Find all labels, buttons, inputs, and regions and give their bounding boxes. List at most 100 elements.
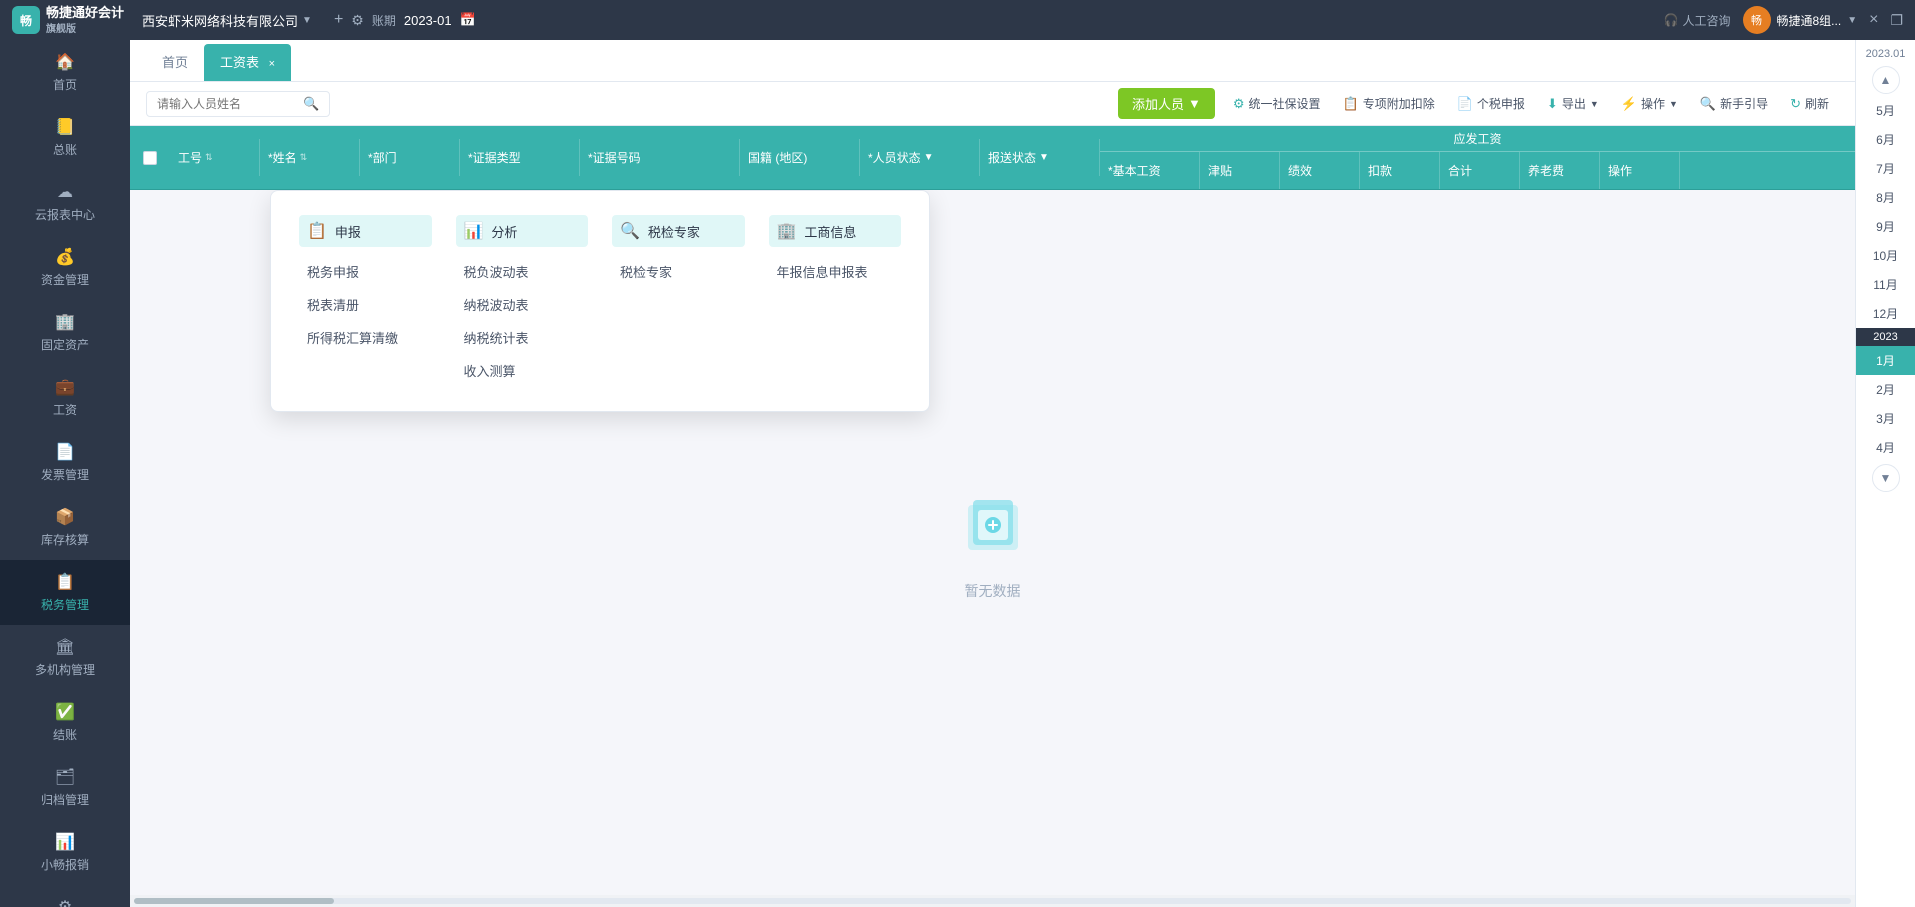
cal-month-9[interactable]: 9月 (1856, 212, 1915, 241)
sidebar-item-assets[interactable]: 🏢 固定资产 (0, 300, 130, 365)
cal-month-3[interactable]: 3月 (1856, 404, 1915, 433)
popup-item-annual-report[interactable]: 年报信息申报表 (769, 255, 902, 288)
popup-item-income-calc[interactable]: 收入测算 (456, 354, 589, 387)
sidebar-item-archive[interactable]: 🗂 归档管理 (0, 755, 130, 820)
headset-icon: 🎧 (1664, 13, 1679, 27)
refresh-button[interactable]: ↻ 刷新 (1780, 90, 1839, 117)
th-salary-group-label: 应发工资 (1100, 126, 1855, 152)
add-person-button[interactable]: 添加人员 ▼ (1118, 88, 1215, 119)
th-status[interactable]: *人员状态 ▼ (860, 139, 980, 176)
sidebar-item-inventory[interactable]: 📦 库存核算 (0, 495, 130, 560)
th-checkbox[interactable] (130, 141, 170, 175)
cal-month-2[interactable]: 2月 (1856, 375, 1915, 404)
new-guide-button[interactable]: 🔍 新手引导 (1690, 90, 1778, 117)
sidebar-item-capital[interactable]: 💰 资金管理 (0, 235, 130, 300)
cal-month-8[interactable]: 8月 (1856, 183, 1915, 212)
empty-text: 暂无数据 (965, 581, 1021, 601)
period-actions: + ⚙ 账期 2023-01 📅 (334, 11, 476, 29)
tab-home[interactable]: 首页 (146, 44, 204, 81)
right-calendar: 2023.01 ▲ 5月 6月 7月 8月 9月 10月 11月 12月 202… (1855, 40, 1915, 907)
empty-illustration (953, 485, 1033, 565)
user-info[interactable]: 畅 畅捷通8组... ▼ (1743, 6, 1858, 34)
cal-month-11[interactable]: 11月 (1856, 270, 1915, 299)
tab-salary-table[interactable]: 工资表 × (204, 44, 291, 81)
tab-close-icon[interactable]: × (269, 58, 275, 70)
operation-button[interactable]: ⚡ 操作 ▼ (1611, 90, 1688, 117)
calendar-icon[interactable]: 📅 (460, 12, 476, 28)
add-btn-arrow-icon: ▼ (1188, 96, 1201, 111)
sidebar-label-assets: 固定资产 (41, 336, 89, 353)
salary-icon: 💼 (55, 377, 75, 397)
popup-item-tax-table[interactable]: 税表清册 (299, 288, 432, 321)
sidebar-item-salary[interactable]: 💼 工资 (0, 365, 130, 430)
th-pension: 养老费 (1520, 152, 1600, 189)
settings-icon[interactable]: ⚙ (351, 12, 364, 29)
th-salary-subrow: *基本工资 津贴 绩效 扣款 合计 养老费 操作 (1100, 152, 1855, 189)
tax-icon: 📋 (55, 572, 75, 592)
sidebar-label-salary: 工资 (53, 401, 77, 418)
popup-item-tax-flow[interactable]: 纳税波动表 (456, 288, 589, 321)
cal-month-4[interactable]: 4月 (1856, 433, 1915, 462)
sidebar-item-report[interactable]: 📊 小畅报销 (0, 820, 130, 885)
social-insurance-button[interactable]: ⚙ 统一社保设置 (1223, 90, 1331, 117)
popup-item-income-clear[interactable]: 所得税汇算清缴 (299, 321, 432, 354)
th-performance: 绩效 (1280, 152, 1360, 189)
select-all-checkbox[interactable] (143, 151, 157, 165)
sidebar-label-report: 小畅报销 (41, 856, 89, 873)
cal-down-button[interactable]: ▼ (1872, 464, 1900, 492)
sidebar-label-capital: 资金管理 (41, 271, 89, 288)
export-icon: ⬇ (1547, 96, 1558, 112)
sidebar-item-multi[interactable]: 🏛 多机构管理 (0, 625, 130, 690)
sidebar-item-checkout[interactable]: ✅ 结账 (0, 690, 130, 755)
sidebar-item-cloud[interactable]: ☁ 云报表中心 (0, 170, 130, 235)
sidebar-item-home[interactable]: 🏠 首页 (0, 40, 130, 105)
restore-icon[interactable]: ❐ (1890, 12, 1903, 29)
popup-item-tax-declare[interactable]: 税务申报 (299, 255, 432, 288)
popup-item-tax-check[interactable]: 税检专家 (612, 255, 745, 288)
app-logo: 畅 畅捷通好会计 旗舰版 (12, 5, 124, 36)
export-button[interactable]: ⬇ 导出 ▼ (1537, 90, 1609, 117)
status-filter-icon[interactable]: ▼ (924, 152, 934, 163)
cloud-icon: ☁ (57, 182, 73, 202)
cal-month-7[interactable]: 7月 (1856, 154, 1915, 183)
refresh-icon: ↻ (1790, 96, 1801, 112)
scrollbar[interactable] (130, 895, 1855, 907)
tab-home-label: 首页 (162, 55, 188, 70)
cal-up-button[interactable]: ▲ (1872, 66, 1900, 94)
sidebar-item-settings[interactable]: ⚙ 基础设置 (0, 885, 130, 907)
cal-month-6[interactable]: 6月 (1856, 125, 1915, 154)
sidebar-item-tax[interactable]: 📋 税务管理 (0, 560, 130, 625)
popup-item-tax-burden[interactable]: 税负波动表 (456, 255, 589, 288)
sidebar-item-invoice[interactable]: 📄 发票管理 (0, 430, 130, 495)
tax-expert-label: 税检专家 (648, 222, 700, 241)
checkout-icon: ✅ (55, 702, 75, 722)
tab-bar: 首页 工资表 × (130, 40, 1855, 82)
tax-report-button[interactable]: 📄 个税申报 (1447, 90, 1535, 117)
add-btn-label: 添加人员 (1132, 94, 1184, 113)
new-guide-icon: 🔍 (1700, 96, 1716, 112)
cal-month-12[interactable]: 12月 (1856, 299, 1915, 328)
company-chevron-icon: ▼ (302, 15, 312, 26)
name-sort-icon[interactable]: ⇅ (300, 152, 308, 163)
close-icon[interactable]: × (1869, 11, 1878, 29)
popup-item-tax-stats[interactable]: 纳税统计表 (456, 321, 589, 354)
special-deduction-button[interactable]: 📋 专项附加扣除 (1333, 90, 1445, 117)
operation-arrow-icon: ▼ (1669, 99, 1678, 109)
cal-month-1[interactable]: 1月 (1856, 346, 1915, 375)
th-dept: *部门 (360, 139, 460, 176)
cal-month-10[interactable]: 10月 (1856, 241, 1915, 270)
scroll-thumb[interactable] (134, 898, 334, 904)
cal-month-5[interactable]: 5月 (1856, 96, 1915, 125)
search-input[interactable] (157, 97, 297, 111)
company-selector[interactable]: 西安虾米网络科技有限公司 ▼ (142, 11, 312, 30)
archive-icon: 🗂 (55, 767, 75, 787)
id-sort-icon[interactable]: ⇅ (205, 152, 213, 163)
report-status-filter-icon[interactable]: ▼ (1039, 152, 1049, 163)
search-wrap[interactable]: 🔍 (146, 91, 330, 117)
service-button[interactable]: 🎧 人工咨询 (1664, 12, 1731, 29)
sidebar-item-ledger[interactable]: 📒 总账 (0, 105, 130, 170)
user-name: 畅捷通8组... (1777, 12, 1842, 29)
th-report-status[interactable]: 报送状态 ▼ (980, 139, 1100, 176)
assets-icon: 🏢 (55, 312, 75, 332)
add-company-icon[interactable]: + (334, 11, 343, 29)
